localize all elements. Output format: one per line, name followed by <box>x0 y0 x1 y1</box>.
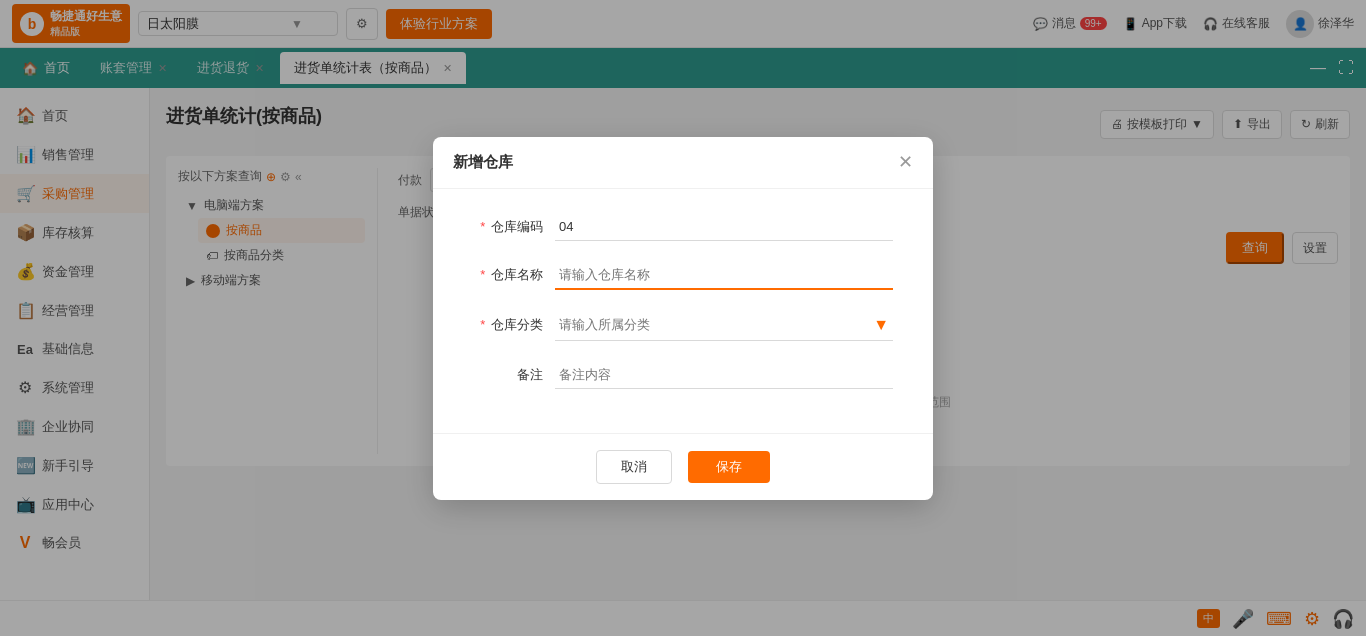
warehouse-code-row: * 仓库编码 <box>473 213 893 241</box>
dialog-header: 新增仓库 ✕ <box>433 137 933 189</box>
warehouse-name-row: * 仓库名称 <box>473 261 893 290</box>
warehouse-category-row: * 仓库分类 ▼ <box>473 310 893 341</box>
warehouse-note-row: 备注 <box>473 361 893 389</box>
new-warehouse-dialog: 新增仓库 ✕ * 仓库编码 * 仓库名称 <box>433 137 933 500</box>
warehouse-name-label: * 仓库名称 <box>473 266 543 284</box>
warehouse-code-label: * 仓库编码 <box>473 218 543 236</box>
required-mark-2: * <box>480 267 485 282</box>
dialog-footer: 取消 保存 <box>433 433 933 500</box>
required-mark: * <box>480 219 485 234</box>
warehouse-code-input[interactable] <box>555 213 893 241</box>
warehouse-note-input[interactable] <box>555 361 893 389</box>
dialog-title: 新增仓库 <box>453 153 513 172</box>
warehouse-category-select[interactable]: ▼ <box>555 310 893 341</box>
save-button[interactable]: 保存 <box>688 451 770 483</box>
category-input[interactable] <box>559 317 873 332</box>
modal-overlay: 新增仓库 ✕ * 仓库编码 * 仓库名称 <box>0 0 1366 636</box>
dialog-close-icon[interactable]: ✕ <box>898 153 913 171</box>
warehouse-category-label: * 仓库分类 <box>473 316 543 334</box>
dialog-body: * 仓库编码 * 仓库名称 * 仓库分类 <box>433 189 933 433</box>
warehouse-name-input[interactable] <box>555 261 893 290</box>
warehouse-note-label: 备注 <box>473 366 543 384</box>
required-mark-3: * <box>480 317 485 332</box>
category-chevron-icon: ▼ <box>873 316 889 334</box>
cancel-button[interactable]: 取消 <box>596 450 672 484</box>
